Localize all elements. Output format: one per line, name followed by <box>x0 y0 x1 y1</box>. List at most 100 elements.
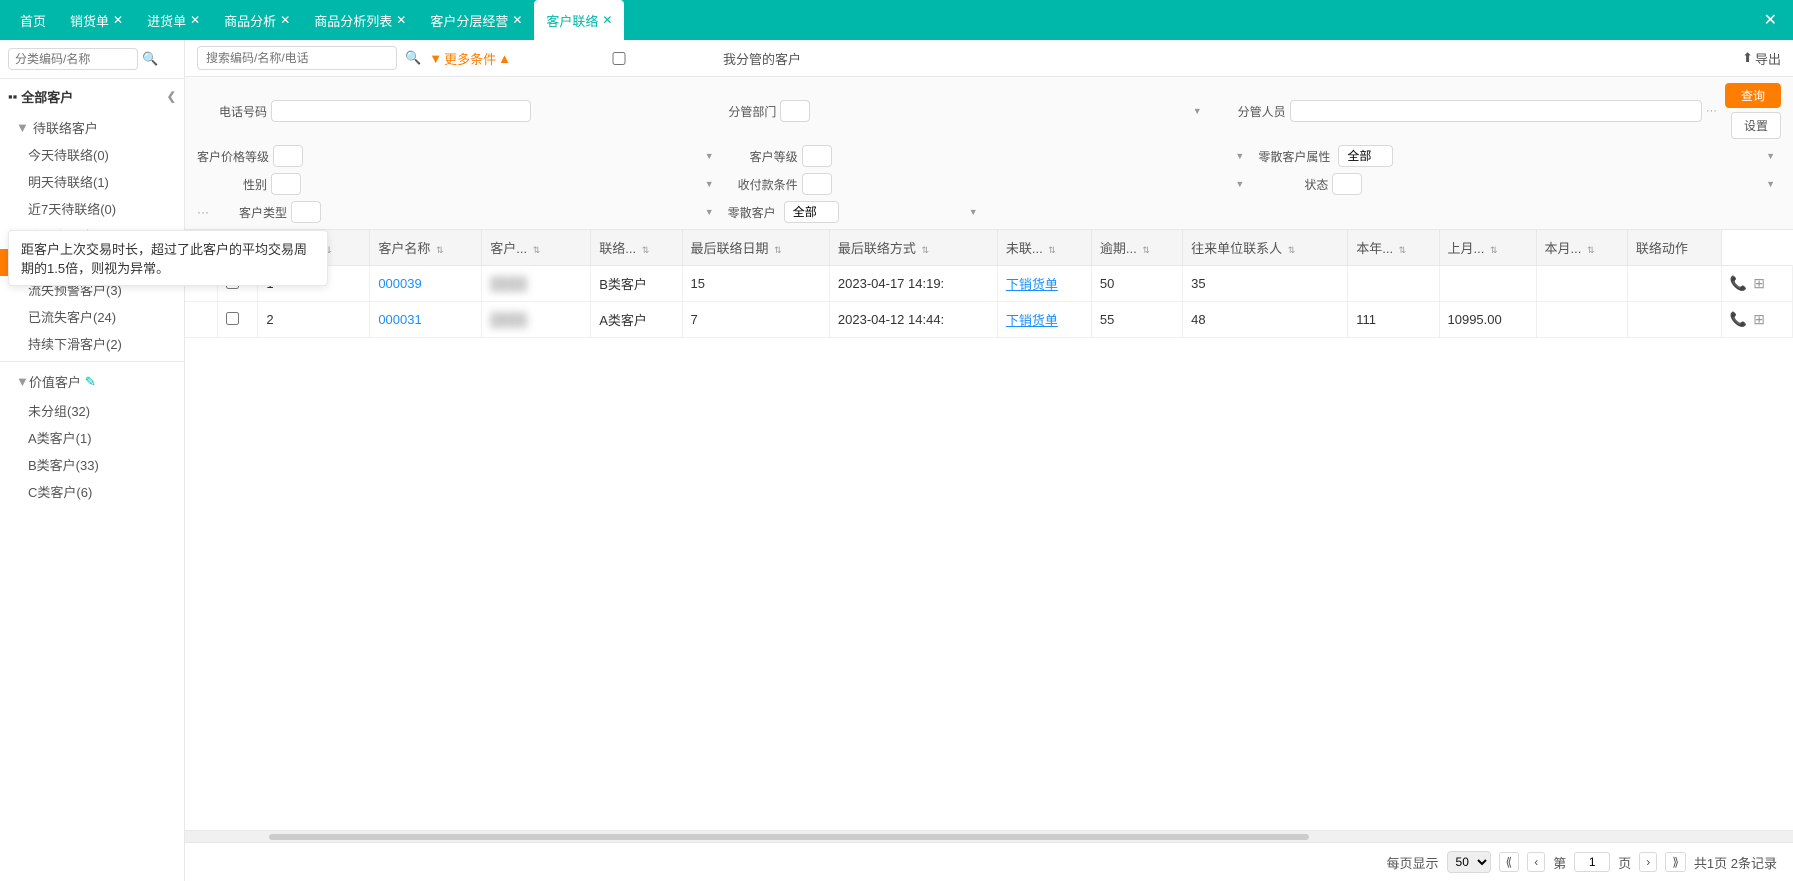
customer-level-field: 客户等级 <box>728 145 1251 167</box>
close-icon[interactable]: ✕ <box>512 13 522 27</box>
sidebar-item-today-pending[interactable]: 今天待联络(0) <box>0 141 184 168</box>
sidebar-item-continuous-decline[interactable]: 持续下滑客户(2) <box>0 330 184 357</box>
sort-icon: ⇅ <box>1142 245 1150 255</box>
column-overdue[interactable]: 逾期... ⇅ <box>1091 230 1182 266</box>
page-input[interactable] <box>1574 852 1610 872</box>
retail-customer-field: 零散客户 全部 <box>728 201 1251 223</box>
cell-last-contact-method[interactable]: 下销货单 <box>997 302 1091 338</box>
close-icon[interactable]: ✕ <box>280 13 290 27</box>
sort-icon: ⇅ <box>922 245 930 255</box>
scrollbar-thumb[interactable] <box>269 834 1309 840</box>
sidebar-search-input[interactable] <box>8 48 138 70</box>
sidebar-all-customers[interactable]: ▪▪ 全部客户 ❮ <box>0 79 184 114</box>
nav-customer-contact[interactable]: 客户联络 ✕ <box>534 0 624 40</box>
status-field: 状态 <box>1258 173 1781 195</box>
nav-purchase-order[interactable]: 进货单 ✕ <box>135 0 212 40</box>
close-icon[interactable]: ✕ <box>396 13 406 27</box>
column-contact-person[interactable]: 往来单位联系人 ⇅ <box>1183 230 1348 266</box>
first-page-button[interactable]: ⟪ <box>1499 852 1520 872</box>
my-customer-checkbox[interactable]: 我分管的客户 <box>519 49 801 68</box>
gender-select[interactable] <box>271 173 301 195</box>
close-icon[interactable]: ✕ <box>113 13 123 27</box>
customer-level-select[interactable] <box>802 145 832 167</box>
cell-index: 2 <box>258 302 370 338</box>
more-action-icon[interactable]: ⊞ <box>1753 311 1765 328</box>
column-current-year[interactable]: 本年... ⇅ <box>1348 230 1439 266</box>
person-more-icon[interactable]: ··· <box>1706 105 1717 117</box>
customer-type-select[interactable] <box>291 201 321 223</box>
tooltip-box: 距客户上次交易时长，超过了此客户的平均交易周期的1.5倍，则视为异常。 <box>8 230 328 286</box>
retail-attr-select[interactable]: 全部 <box>1338 145 1393 167</box>
customer-level-label: 客户等级 <box>728 148 798 165</box>
sidebar-search-icon[interactable]: 🔍 <box>142 51 158 67</box>
content-area: 🔍 ▼ 更多条件 ▲ 我分管的客户 ⬆ 导出 电话号码 <box>185 40 1793 881</box>
query-button[interactable]: 查询 <box>1725 83 1781 108</box>
search-input[interactable] <box>197 46 397 70</box>
column-last-month[interactable]: 上月... ⇅ <box>1439 230 1536 266</box>
sidebar-item-class-c[interactable]: C类客户(6) <box>0 478 184 505</box>
sidebar-item-7days-pending[interactable]: 近7天待联络(0) <box>0 195 184 222</box>
column-current-month[interactable]: 本月... ⇅ <box>1536 230 1627 266</box>
filter-row-2: 客户价格等级 客户等级 零散客户属性 <box>197 145 1781 167</box>
sidebar-item-class-b[interactable]: B类客户(33) <box>0 451 184 478</box>
column-last-contact-method[interactable]: 最后联络方式 ⇅ <box>829 230 997 266</box>
close-icon[interactable]: ✕ <box>190 13 200 27</box>
status-label: 状态 <box>1258 176 1328 193</box>
row-checkbox[interactable] <box>226 312 239 325</box>
close-icon[interactable]: ✕ <box>602 13 612 27</box>
nav-sales-order[interactable]: 销货单 ✕ <box>58 0 135 40</box>
retail-attr-field: 零散客户属性 全部 <box>1258 145 1781 167</box>
status-select[interactable] <box>1332 173 1362 195</box>
nav-home[interactable]: 首页 <box>8 0 58 40</box>
sidebar-item-class-a[interactable]: A类客户(1) <box>0 424 184 451</box>
sidebar-item-ungrouped[interactable]: 未分组(32) <box>0 397 184 424</box>
cell-code[interactable]: 000039 <box>370 266 482 302</box>
cell-checkbox[interactable] <box>217 302 258 338</box>
window-close-button[interactable]: ✕ <box>1756 10 1785 30</box>
my-customer-check[interactable] <box>519 52 719 65</box>
cell-contact-count: 7 <box>682 302 829 338</box>
contact-icon[interactable]: 📞 <box>1730 311 1747 328</box>
column-contact-count[interactable]: 联络... ⇅ <box>591 230 682 266</box>
contact-icon[interactable]: 📞 <box>1730 275 1747 292</box>
sidebar-item-already-lost[interactable]: 已流失客户(24) <box>0 303 184 330</box>
more-action-icon[interactable]: ⊞ <box>1753 275 1765 292</box>
sort-icon: ⇅ <box>436 245 444 255</box>
cell-last-month <box>1536 302 1627 338</box>
nav-customer-stratified[interactable]: 客户分层经营 ✕ <box>418 0 534 40</box>
top-navigation: 首页 销货单 ✕ 进货单 ✕ 商品分析 ✕ 商品分析列表 ✕ 客户分层经营 ✕ … <box>0 0 1793 40</box>
per-page-select[interactable]: 50 <box>1447 851 1491 873</box>
horizontal-scrollbar[interactable] <box>185 830 1793 842</box>
sidebar-pending-group[interactable]: ▼ 待联络客户 <box>0 114 184 141</box>
column-name[interactable]: 客户名称 ⇅ <box>370 230 482 266</box>
cell-type: A类客户 <box>591 302 682 338</box>
phone-input[interactable] <box>271 100 531 122</box>
column-type[interactable]: 客户... ⇅ <box>482 230 591 266</box>
cell-last-contact-method[interactable]: 下销货单 <box>997 266 1091 302</box>
settings-button[interactable]: 设置 <box>1731 112 1781 139</box>
more-icon-row4[interactable]: ··· <box>197 205 209 219</box>
person-input[interactable] <box>1290 100 1702 122</box>
sidebar-item-tomorrow-pending[interactable]: 明天待联络(1) <box>0 168 184 195</box>
more-conditions-button[interactable]: ▼ 更多条件 ▲ <box>429 49 511 68</box>
next-page-button[interactable]: › <box>1639 852 1657 872</box>
price-level-select[interactable] <box>273 145 303 167</box>
collapse-icon[interactable]: ❮ <box>167 90 176 103</box>
customer-type-label: 客户类型 <box>217 204 287 221</box>
prev-page-button[interactable]: ‹ <box>1527 852 1545 872</box>
column-last-contact-date[interactable]: 最后联络日期 ⇅ <box>682 230 829 266</box>
sort-icon: ⇅ <box>642 245 650 255</box>
nav-product-analysis[interactable]: 商品分析 ✕ <box>212 0 302 40</box>
cell-code[interactable]: 000031 <box>370 302 482 338</box>
dept-select[interactable] <box>780 100 810 122</box>
last-page-button[interactable]: ⟫ <box>1665 852 1686 872</box>
edit-icon[interactable]: ✎ <box>85 374 96 390</box>
retail-customer-select[interactable]: 全部 <box>784 201 839 223</box>
search-icon[interactable]: 🔍 <box>405 50 421 66</box>
nav-product-analysis-list[interactable]: 商品分析列表 ✕ <box>302 0 418 40</box>
column-uncontacted[interactable]: 未联... ⇅ <box>997 230 1091 266</box>
export-button[interactable]: ⬆ 导出 <box>1742 49 1781 68</box>
payment-select[interactable] <box>802 173 832 195</box>
cell-current-month <box>1627 266 1721 302</box>
sort-icon: ⇅ <box>1288 245 1296 255</box>
